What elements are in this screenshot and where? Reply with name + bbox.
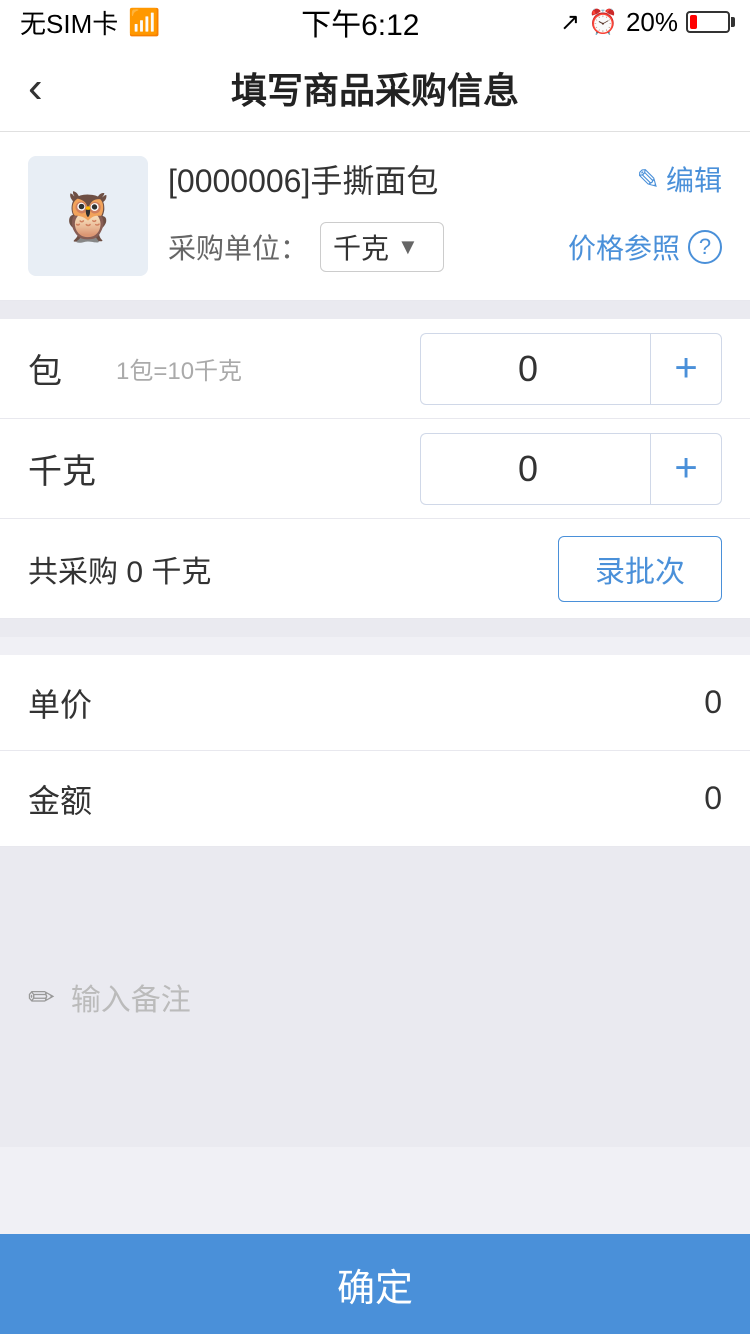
- edit-icon: ✎: [637, 163, 660, 196]
- unit-price-row: 单价 0: [0, 655, 750, 751]
- unit-price-label: 单价: [28, 680, 92, 726]
- product-logo: 🦉: [58, 188, 118, 245]
- page-title: 填写商品采购信息: [231, 62, 519, 114]
- battery-fill: [690, 15, 697, 29]
- edit-button[interactable]: ✎ 编辑: [637, 159, 722, 199]
- product-image: 🦉: [28, 156, 148, 276]
- edit-label: 编辑: [666, 159, 722, 199]
- back-button[interactable]: ‹: [28, 63, 43, 113]
- location-icon: ↗: [560, 8, 580, 37]
- product-unit-row: 采购单位： 千克 ▼ 价格参照 ?: [168, 222, 722, 272]
- total-label: 共采购 0 千克: [28, 547, 211, 591]
- bag-quantity-input[interactable]: [420, 333, 650, 405]
- help-icon: ?: [688, 230, 722, 264]
- total-row: 共采购 0 千克 录批次: [0, 519, 750, 619]
- section-divider-1: [0, 301, 750, 319]
- product-card: 🦉 [0000006]手撕面包 ✎ 编辑 采购单位： 千克 ▼ 价格参照 ?: [0, 132, 750, 301]
- unit-label: 采购单位：: [168, 227, 308, 267]
- record-batch-button[interactable]: 录批次: [558, 536, 722, 602]
- unit-price-value: 0: [704, 684, 722, 721]
- nav-bar: ‹ 填写商品采购信息: [0, 44, 750, 132]
- bag-plus-button[interactable]: +: [650, 333, 722, 405]
- confirm-button[interactable]: 确定: [0, 1234, 750, 1334]
- battery-pct: 20%: [626, 7, 678, 38]
- product-name-row: [0000006]手撕面包 ✎ 编辑: [168, 156, 722, 202]
- product-info: [0000006]手撕面包 ✎ 编辑 采购单位： 千克 ▼ 价格参照 ?: [168, 156, 722, 272]
- kg-label: 千克: [28, 444, 108, 493]
- bag-input-row: 包 1包=10千克 +: [0, 319, 750, 419]
- alarm-icon: ⏰: [588, 8, 618, 37]
- battery-icon: [686, 11, 730, 33]
- bag-sublabel: 1包=10千克: [116, 351, 420, 386]
- remark-placeholder: 输入备注: [71, 975, 191, 1019]
- remark-section[interactable]: ✏ 输入备注: [0, 847, 750, 1147]
- dropdown-arrow-icon: ▼: [397, 234, 419, 260]
- section-divider-2: [0, 619, 750, 637]
- price-ref-button[interactable]: 价格参照 ?: [568, 227, 722, 267]
- status-left: 无SIM卡 📶: [20, 4, 161, 41]
- kg-input-row: 千克 +: [0, 419, 750, 519]
- pencil-icon: ✏: [28, 978, 55, 1016]
- status-time: 下午6:12: [301, 0, 419, 44]
- unit-dropdown[interactable]: 千克 ▼: [320, 222, 444, 272]
- amount-row: 金额 0: [0, 751, 750, 847]
- unit-selector: 采购单位： 千克 ▼: [168, 222, 444, 272]
- amount-value: 0: [704, 780, 722, 817]
- carrier-text: 无SIM卡: [20, 4, 118, 41]
- unit-value: 千克: [333, 227, 389, 267]
- price-ref-label: 价格参照: [568, 227, 680, 267]
- kg-input-group: +: [420, 433, 722, 505]
- amount-label: 金额: [28, 776, 92, 822]
- bag-label: 包: [28, 344, 108, 393]
- kg-quantity-input[interactable]: [420, 433, 650, 505]
- wifi-icon: 📶: [128, 7, 160, 38]
- price-info-section: 单价 0 金额 0: [0, 655, 750, 847]
- status-right: ↗ ⏰ 20%: [560, 7, 730, 38]
- bag-input-group: +: [420, 333, 722, 405]
- status-bar: 无SIM卡 📶 下午6:12 ↗ ⏰ 20%: [0, 0, 750, 44]
- input-section: 包 1包=10千克 + 千克 +: [0, 319, 750, 519]
- product-name: [0000006]手撕面包: [168, 156, 438, 202]
- kg-plus-button[interactable]: +: [650, 433, 722, 505]
